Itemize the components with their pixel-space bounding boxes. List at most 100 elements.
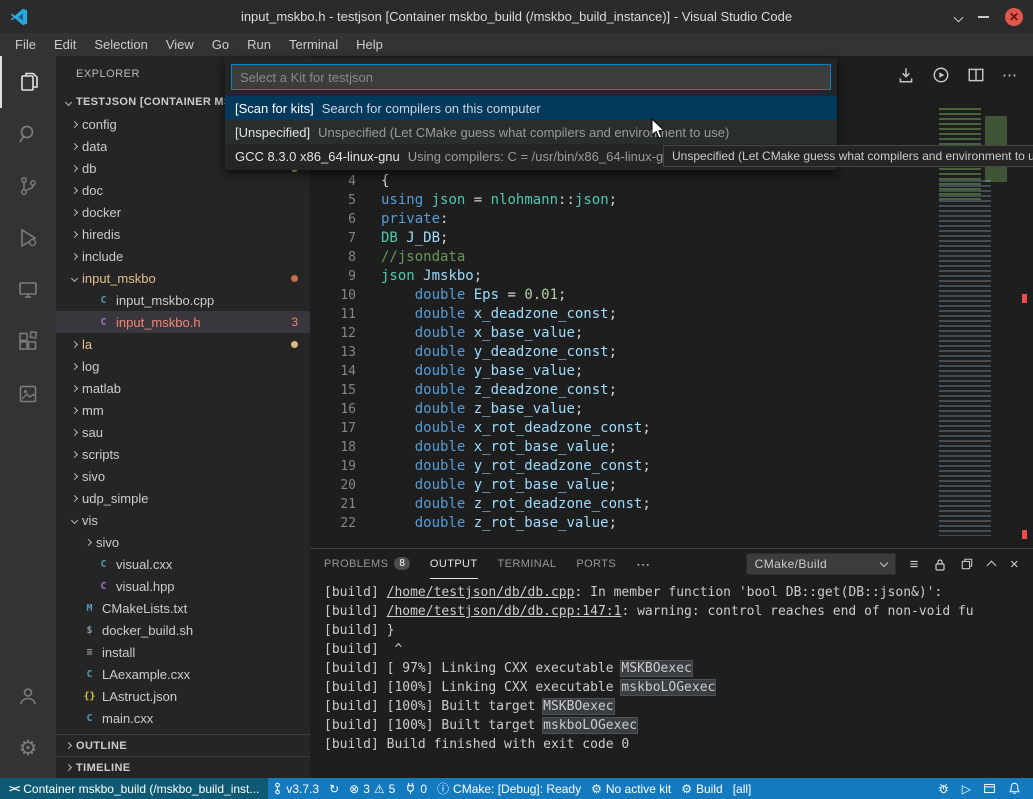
debug-icon[interactable]: [937, 782, 950, 795]
kit-selector[interactable]: ⚙ No active kit: [586, 778, 676, 799]
menu-item-terminal[interactable]: Terminal: [280, 33, 347, 56]
account-icon[interactable]: [0, 670, 56, 722]
line-number: 9: [348, 269, 356, 284]
tree-item-label: visual.hpp: [116, 578, 175, 594]
panel-tab-problems[interactable]: PROBLEMS 8: [324, 549, 410, 579]
code-line: 8 //jsondata: [310, 248, 933, 267]
tree-item-sivo[interactable]: sivo: [56, 465, 310, 487]
source-control-icon[interactable]: [0, 160, 56, 212]
tree-item-CMakeLists.txt[interactable]: M CMakeLists.txt: [56, 597, 310, 619]
maximize-panel-icon[interactable]: [986, 560, 997, 571]
code-line: 17 double x_rot_deadzone_const;: [310, 419, 933, 438]
quickpick-item[interactable]: [Scan for kits] Search for compilers on t…: [225, 96, 837, 120]
tree-item-sivo[interactable]: sivo: [56, 531, 310, 553]
tree-item-mm[interactable]: mm: [56, 399, 310, 421]
scroll-lock-icon[interactable]: [934, 558, 946, 571]
tree-item-label: mm: [82, 402, 104, 418]
more-tabs-icon[interactable]: ⋯: [636, 556, 650, 573]
output-segment: [build] [ 97%] Linking CXX executable: [324, 661, 622, 676]
tree-item-label: log: [82, 358, 100, 374]
activity-bar: ⚙: [0, 56, 56, 778]
run-debug-icon[interactable]: [0, 212, 56, 264]
open-in-editor-icon[interactable]: [961, 558, 973, 570]
bell-icon[interactable]: [1008, 782, 1021, 795]
build-target[interactable]: [all]: [728, 778, 757, 799]
tree-item-sau[interactable]: sau: [56, 421, 310, 443]
ports-indicator[interactable]: 0: [400, 778, 432, 799]
play-icon[interactable]: ▷: [962, 782, 971, 796]
cmake-file-icon: M: [86, 602, 93, 614]
sync-button[interactable]: ↻: [324, 778, 344, 799]
tree-item-visual.cxx[interactable]: Cvisual.cxx: [56, 553, 310, 575]
build-button[interactable]: ⚙ Build: [676, 778, 727, 799]
output-segment[interactable]: /home/testjson/db/db.cpp:147:1: [387, 604, 622, 619]
code-token: double: [414, 287, 466, 303]
menu-item-help[interactable]: Help: [347, 33, 392, 56]
tree-item-main.cxx[interactable]: Cmain.cxx: [56, 707, 310, 729]
settings-gear-icon[interactable]: ⚙: [0, 722, 56, 774]
tree-item-la[interactable]: la: [56, 333, 310, 355]
code-text: double y_base_value;: [381, 362, 584, 381]
close-panel-icon[interactable]: ×: [1010, 557, 1019, 572]
download-icon[interactable]: [897, 66, 915, 84]
tree-item-matlab[interactable]: matlab: [56, 377, 310, 399]
tree-item-log[interactable]: log: [56, 355, 310, 377]
outline-section[interactable]: OUTLINE: [56, 734, 310, 756]
tree-item-hiredis[interactable]: hiredis: [56, 223, 310, 245]
tree-item-input_mskbo.cpp[interactable]: Cinput_mskbo.cpp: [56, 289, 310, 311]
code-text: double x_rot_base_value;: [381, 438, 617, 457]
tree-item-scripts[interactable]: scripts: [56, 443, 310, 465]
explorer-icon[interactable]: [0, 56, 56, 108]
panel-tab-ports[interactable]: PORTS: [576, 549, 616, 579]
code-lines[interactable]: 4{5 using json = nlohmann::json; 6 private:…: [310, 172, 933, 533]
search-icon[interactable]: [0, 108, 56, 160]
problems-indicator[interactable]: ⊗ 3 ⚠ 5: [344, 778, 400, 799]
quickpick-input[interactable]: [240, 69, 822, 85]
line-number: 12: [340, 326, 356, 341]
quickpick-item[interactable]: [Unspecified] Unspecified (Let CMake gues…: [225, 120, 837, 144]
panel-tab-terminal[interactable]: TERMINAL: [498, 549, 557, 579]
output-filter-icon[interactable]: ≡: [910, 556, 919, 573]
tree-item-LAexample.cxx[interactable]: C LAexample.cxx: [56, 663, 310, 685]
tree-item-visual.hpp[interactable]: Cvisual.hpp: [56, 575, 310, 597]
tree-item-docker[interactable]: docker: [56, 201, 310, 223]
timeline-section[interactable]: TIMELINE: [56, 756, 310, 778]
version-indicator[interactable]: v3.7.3: [268, 778, 324, 799]
close-button[interactable]: ✕: [1005, 7, 1023, 26]
code-text: double z_rot_base_value;: [381, 514, 617, 533]
menu-item-file[interactable]: File: [6, 33, 45, 56]
tree-item-input_mskbo[interactable]: input_mskbo: [56, 267, 310, 289]
menu-item-selection[interactable]: Selection: [85, 33, 156, 56]
window-layout-icon[interactable]: [983, 782, 996, 795]
remote-indicator[interactable]: >< Container mskbo_build (/mskbo_build_i…: [0, 778, 269, 799]
remote-explorer-icon[interactable]: [0, 264, 56, 316]
output-line: [build] [100%] Built target mskboLOGexec: [324, 716, 1025, 735]
tree-item-include[interactable]: include: [56, 245, 310, 267]
extensions-icon[interactable]: [0, 316, 56, 368]
code-token: y_deadzone_const: [473, 344, 609, 360]
tree-item-udp_simple[interactable]: udp_simple: [56, 487, 310, 509]
menu-item-go[interactable]: Go: [203, 33, 238, 56]
menu-item-view[interactable]: View: [157, 33, 203, 56]
line-number: 21: [340, 497, 356, 512]
menu-item-run[interactable]: Run: [238, 33, 280, 56]
tree-item-input_mskbo.h[interactable]: Cinput_mskbo.h 3: [56, 311, 310, 333]
code-token: x_rot_deadzone_const: [473, 420, 643, 436]
tree-item-docker_build.sh[interactable]: $ docker_build.sh: [56, 619, 310, 641]
minimize-button[interactable]: [978, 15, 989, 18]
code-line: 9 json Jmskbo;: [310, 267, 933, 286]
media-extension-icon[interactable]: [0, 368, 56, 420]
output-segment[interactable]: /home/testjson/db/db.cpp: [387, 585, 575, 600]
chevron-right-icon: [80, 538, 96, 546]
tree-item-doc[interactable]: doc: [56, 179, 310, 201]
cmake-status[interactable]: ⓘ CMake: [Debug]: Ready: [432, 778, 586, 799]
minimap[interactable]: [935, 64, 1027, 540]
tree-item-vis[interactable]: vis: [56, 509, 310, 531]
window-shade-button[interactable]: [953, 8, 964, 26]
tree-item-LAstruct.json[interactable]: {} LAstruct.json: [56, 685, 310, 707]
panel-tab-output[interactable]: OUTPUT: [429, 549, 478, 579]
output-channel-select[interactable]: CMake/Build: [745, 553, 896, 575]
menu-item-edit[interactable]: Edit: [45, 33, 85, 56]
tree-item-install[interactable]: ≡ install: [56, 641, 310, 663]
